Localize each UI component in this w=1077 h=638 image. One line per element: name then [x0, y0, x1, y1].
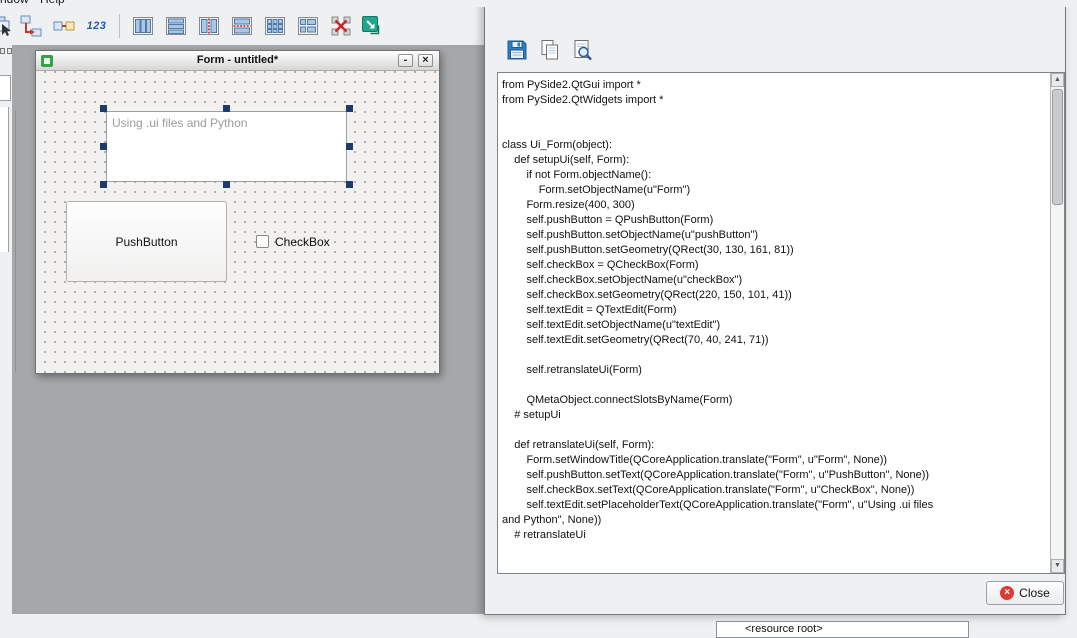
dialog-close-button[interactable]: × Close: [986, 581, 1064, 605]
lay-out-in-form-layout-button[interactable]: [294, 12, 321, 39]
save-icon: [505, 38, 529, 62]
selection-handle[interactable]: [223, 105, 230, 112]
form-designer-window[interactable]: Form - untitled* - × Using .ui files and…: [35, 50, 440, 374]
edit-buddies-icon: [52, 14, 76, 38]
scroll-down-button[interactable]: ▼: [1051, 559, 1064, 573]
selection-handle[interactable]: [346, 143, 353, 150]
textedit-widget[interactable]: Using .ui files and Python: [106, 111, 347, 182]
break-layout-icon: [329, 14, 353, 38]
mdi-divider: [15, 110, 16, 372]
selection-handle[interactable]: [223, 181, 230, 188]
magnifier-icon: [571, 38, 595, 62]
scrollbar-thumb[interactable]: [1052, 89, 1063, 205]
close-circle-icon: ×: [1000, 586, 1014, 600]
widget-box-list[interactable]: [0, 107, 9, 252]
selection-handle[interactable]: [100, 143, 107, 150]
grid-layout-icon: [263, 14, 287, 38]
widget-box-panel: [0, 45, 12, 614]
lay-out-horizontally-in-splitter-button[interactable]: [195, 12, 222, 39]
dock-close-button[interactable]: [7, 48, 12, 54]
close-button-label: Close: [1019, 586, 1050, 600]
copy-button[interactable]: [536, 36, 563, 63]
checkbox-label: CheckBox: [275, 235, 330, 249]
find-button[interactable]: [569, 36, 596, 63]
lay-out-horizontally-button[interactable]: [129, 12, 156, 39]
checkbox-indicator[interactable]: [256, 235, 269, 248]
vertical-splitter-icon: [230, 14, 254, 38]
checkbox-widget[interactable]: CheckBox: [256, 221, 357, 262]
widget-box-filter-input[interactable]: [0, 75, 11, 101]
code-scrollbar[interactable]: ▲ ▼: [1050, 73, 1064, 573]
edit-buddies-button[interactable]: [50, 12, 77, 39]
close-button[interactable]: ×: [418, 54, 433, 67]
edit-tab-order-icon: 123: [87, 20, 107, 32]
code-view: from PySide2.QtGui import * from PySide2…: [497, 72, 1065, 574]
selection-handle[interactable]: [100, 105, 107, 112]
edit-widgets-icon: [0, 14, 14, 38]
scroll-up-button[interactable]: ▲: [1051, 73, 1064, 87]
edit-signals-slots-button[interactable]: [17, 12, 44, 39]
selection-handle[interactable]: [346, 181, 353, 188]
horizontal-splitter-icon: [197, 14, 221, 38]
form-window-titlebar[interactable]: Form - untitled* - ×: [36, 51, 439, 71]
edit-signals-slots-icon: [19, 14, 43, 38]
resource-root-label: <resource root>: [745, 623, 823, 635]
form-window-title: Form - untitled*: [36, 54, 439, 66]
menu-item-help[interactable]: Help: [40, 0, 65, 6]
edit-tab-order-button[interactable]: 123: [83, 12, 110, 39]
layout-vertical-icon: [164, 14, 188, 38]
lay-out-in-grid-button[interactable]: [261, 12, 288, 39]
selection-handle[interactable]: [346, 105, 353, 112]
lay-out-vertically-button[interactable]: [162, 12, 189, 39]
layout-horizontal-icon: [131, 14, 155, 38]
copy-icon: [538, 38, 562, 62]
menu-item-window[interactable]: Window: [0, 0, 29, 6]
dock-float-button[interactable]: [0, 48, 5, 54]
edit-widgets-button[interactable]: [0, 12, 15, 39]
form-canvas[interactable]: Using .ui files and Python PushButton Ch…: [36, 71, 439, 373]
view-code-dialog: from PySide2.QtGui import * from PySide2…: [484, 0, 1066, 615]
form-layout-icon: [296, 14, 320, 38]
lay-out-vertically-in-splitter-button[interactable]: [228, 12, 255, 39]
save-button[interactable]: [503, 36, 530, 63]
adjust-size-button[interactable]: [358, 12, 385, 39]
pushbutton-widget[interactable]: PushButton: [66, 201, 227, 282]
textedit-placeholder: Using .ui files and Python: [112, 116, 247, 130]
break-layout-button[interactable]: [327, 12, 354, 39]
adjust-size-icon: [360, 14, 384, 38]
toolbar-separator: [119, 14, 120, 38]
code-text[interactable]: from PySide2.QtGui import * from PySide2…: [498, 73, 1050, 573]
selection-handle[interactable]: [100, 181, 107, 188]
resource-root-item[interactable]: <resource root>: [716, 621, 969, 638]
menubar: Window Help: [0, 0, 1077, 7]
minimize-button[interactable]: -: [398, 54, 413, 67]
